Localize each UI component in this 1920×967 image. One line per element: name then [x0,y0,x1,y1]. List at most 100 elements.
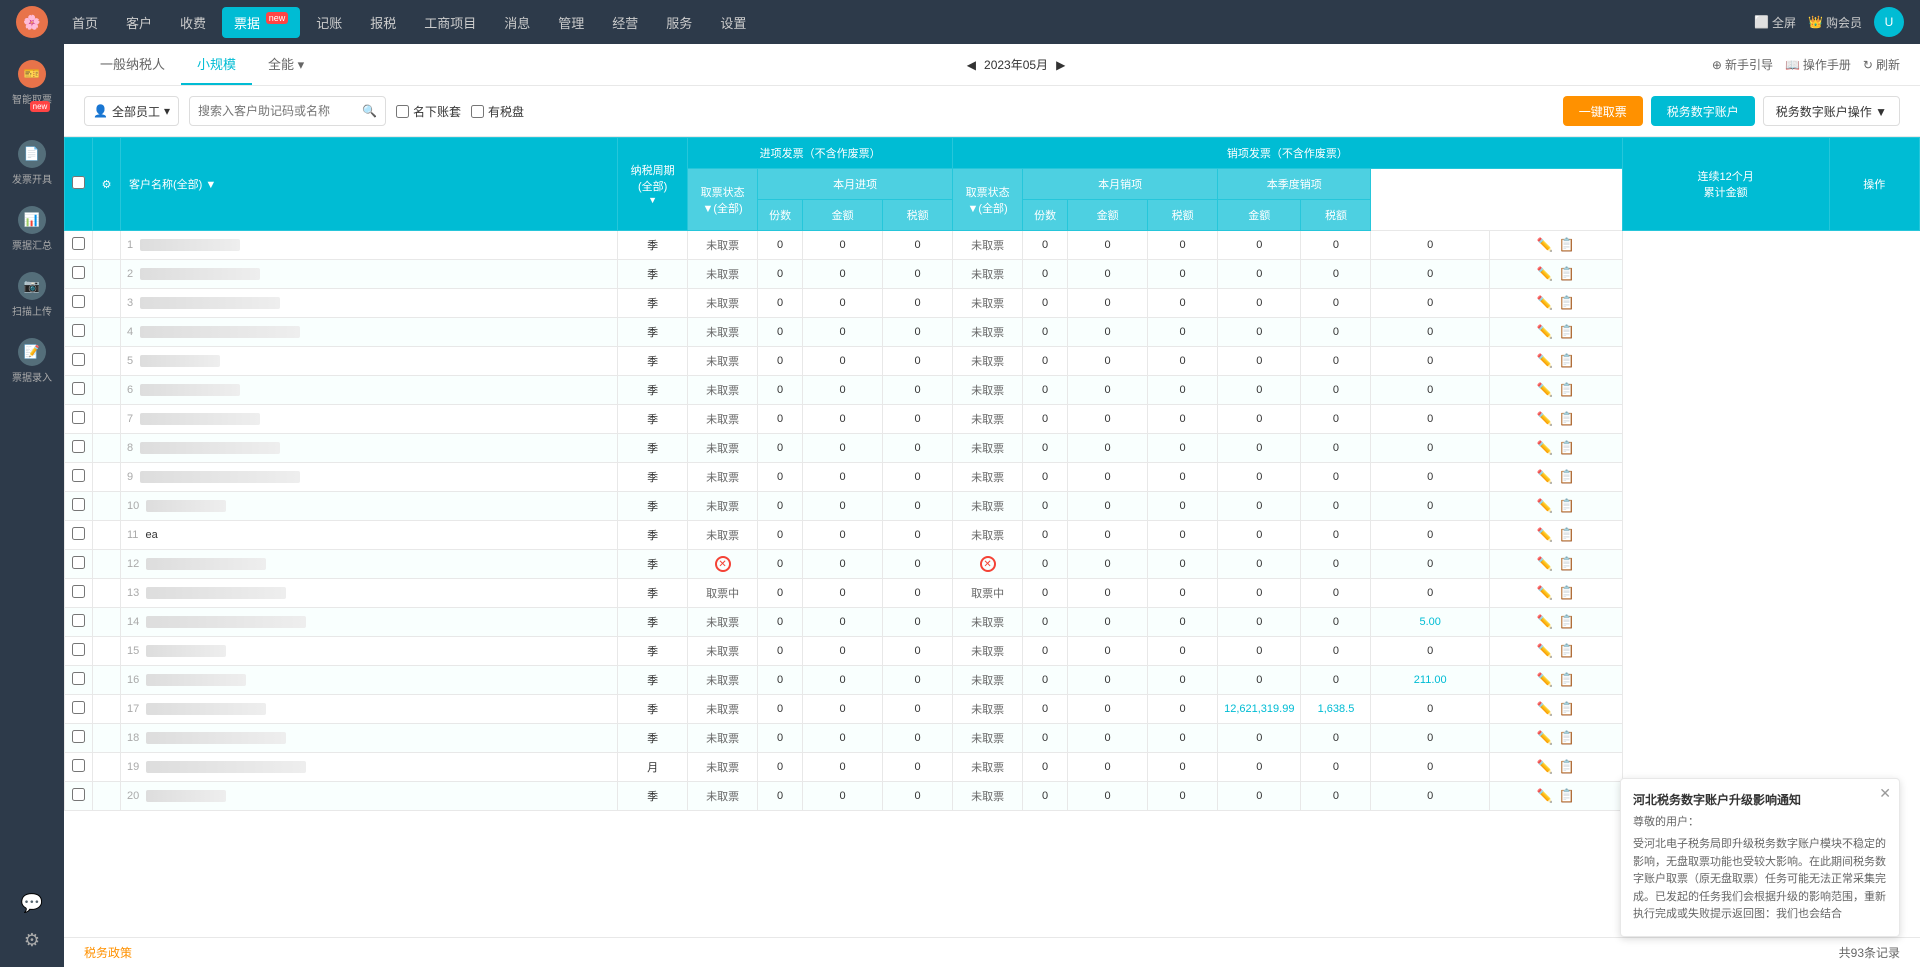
nav-business[interactable]: 工商项目 [412,7,488,38]
sidebar-message-icon[interactable]: 💬 [21,893,43,914]
copy-icon[interactable]: 📋 [1559,411,1575,427]
next-month-btn[interactable]: ▶ [1056,58,1065,72]
row-checkbox[interactable] [72,759,85,772]
copy-icon[interactable]: 📋 [1559,237,1575,253]
nav-manage[interactable]: 管理 [546,7,596,38]
copy-icon[interactable]: 📋 [1559,585,1575,601]
th-out-pick-status[interactable]: 取票状态▼(全部) [953,169,1023,231]
row-checkbox[interactable] [72,788,85,801]
tax-ops-btn[interactable]: 税务数字账户操作 ▼ [1763,96,1900,126]
search-input[interactable] [198,104,358,118]
sidebar-item-invoice-entry[interactable]: 📝 票据录入 [4,330,60,392]
sidebar-item-invoice-summary[interactable]: 📊 票据汇总 [4,198,60,260]
edit-icon[interactable]: ✏️ [1537,759,1553,775]
edit-icon[interactable]: ✏️ [1537,730,1553,746]
tax-policy-link[interactable]: 税务政策 [84,944,132,961]
copy-icon[interactable]: 📋 [1559,266,1575,282]
edit-icon[interactable]: ✏️ [1537,324,1553,340]
tab-small-scale[interactable]: 小规模 [181,44,252,85]
tax-disk-check[interactable]: 有税盘 [471,103,524,120]
row-checkbox[interactable] [72,498,85,511]
new-guide-btn[interactable]: ⊕ 新手引导 [1712,56,1773,73]
row-checkbox[interactable] [72,585,85,598]
row-checkbox[interactable] [72,701,85,714]
copy-icon[interactable]: 📋 [1559,324,1575,340]
edit-icon[interactable]: ✏️ [1537,788,1553,804]
nav-home[interactable]: 首页 [60,7,110,38]
manual-btn[interactable]: 📖 操作手册 [1785,56,1851,73]
sub-account-checkbox[interactable] [396,105,409,118]
edit-icon[interactable]: ✏️ [1537,556,1553,572]
copy-icon[interactable]: 📋 [1559,498,1575,514]
row-checkbox[interactable] [72,643,85,656]
row-checkbox[interactable] [72,730,85,743]
nav-ticket[interactable]: 票据 new [222,7,300,38]
edit-icon[interactable]: ✏️ [1537,643,1553,659]
edit-icon[interactable]: ✏️ [1537,382,1553,398]
row-checkbox[interactable] [72,672,85,685]
tab-general-taxpayer[interactable]: 一般纳税人 [84,44,181,85]
fullscreen-btn[interactable]: ⬜ 全屏 [1754,14,1796,31]
row-checkbox[interactable] [72,556,85,569]
sub-account-check[interactable]: 名下账套 [396,103,461,120]
row-checkbox[interactable] [72,324,85,337]
copy-icon[interactable]: 📋 [1559,382,1575,398]
row-checkbox[interactable] [72,411,85,424]
edit-icon[interactable]: ✏️ [1537,585,1553,601]
edit-icon[interactable]: ✏️ [1537,237,1553,253]
row-checkbox[interactable] [72,614,85,627]
sidebar-item-invoice-open[interactable]: 📄 发票开具 [4,132,60,194]
copy-icon[interactable]: 📋 [1559,469,1575,485]
notification-close-btn[interactable]: ✕ [1879,785,1891,802]
th-tax-period[interactable]: 纳税周期(全部)▼ [618,138,688,231]
nav-fee[interactable]: 收费 [168,7,218,38]
copy-icon[interactable]: 📋 [1559,353,1575,369]
copy-icon[interactable]: 📋 [1559,527,1575,543]
row-checkbox[interactable] [72,353,85,366]
th-in-pick-status[interactable]: 取票状态▼(全部) [688,169,758,231]
copy-icon[interactable]: 📋 [1559,643,1575,659]
edit-icon[interactable]: ✏️ [1537,295,1553,311]
nav-service[interactable]: 服务 [654,7,704,38]
nav-settings[interactable]: 设置 [708,7,758,38]
row-checkbox[interactable] [72,440,85,453]
edit-icon[interactable]: ✏️ [1537,527,1553,543]
copy-icon[interactable]: 📋 [1559,556,1575,572]
edit-icon[interactable]: ✏️ [1537,353,1553,369]
member-btn[interactable]: 👑 购会员 [1808,14,1862,31]
nav-accounting[interactable]: 记账 [304,7,354,38]
sidebar-item-smart-ticket[interactable]: 🎫 智能取票 new [4,52,60,128]
tax-digital-btn[interactable]: 税务数字账户 [1651,96,1755,126]
row-checkbox[interactable] [72,382,85,395]
row-checkbox[interactable] [72,237,85,250]
staff-select[interactable]: 👤 全部员工 ▾ [84,96,179,126]
th-client-name[interactable]: 客户名称(全部) ▼ [121,138,618,231]
avatar[interactable]: U [1874,7,1904,37]
edit-icon[interactable]: ✏️ [1537,614,1553,630]
copy-icon[interactable]: 📋 [1559,701,1575,717]
nav-tax[interactable]: 报税 [358,7,408,38]
edit-icon[interactable]: ✏️ [1537,498,1553,514]
tab-all-round[interactable]: 全能 ▾ [252,44,320,85]
nav-client[interactable]: 客户 [114,7,164,38]
edit-icon[interactable]: ✏️ [1537,672,1553,688]
edit-icon[interactable]: ✏️ [1537,469,1553,485]
edit-icon[interactable]: ✏️ [1537,701,1553,717]
copy-icon[interactable]: 📋 [1559,759,1575,775]
copy-icon[interactable]: 📋 [1559,614,1575,630]
sidebar-settings-icon[interactable]: ⚙ [24,930,40,951]
search-icon[interactable]: 🔍 [362,104,377,118]
copy-icon[interactable]: 📋 [1559,672,1575,688]
edit-icon[interactable]: ✏️ [1537,440,1553,456]
tax-disk-checkbox[interactable] [471,105,484,118]
nav-message[interactable]: 消息 [492,7,542,38]
copy-icon[interactable]: 📋 [1559,730,1575,746]
row-checkbox[interactable] [72,527,85,540]
row-checkbox[interactable] [72,266,85,279]
edit-icon[interactable]: ✏️ [1537,411,1553,427]
prev-month-btn[interactable]: ◀ [967,58,976,72]
row-checkbox[interactable] [72,469,85,482]
edit-icon[interactable]: ✏️ [1537,266,1553,282]
one-key-ticket-btn[interactable]: 一键取票 [1563,96,1643,126]
nav-operation[interactable]: 经营 [600,7,650,38]
